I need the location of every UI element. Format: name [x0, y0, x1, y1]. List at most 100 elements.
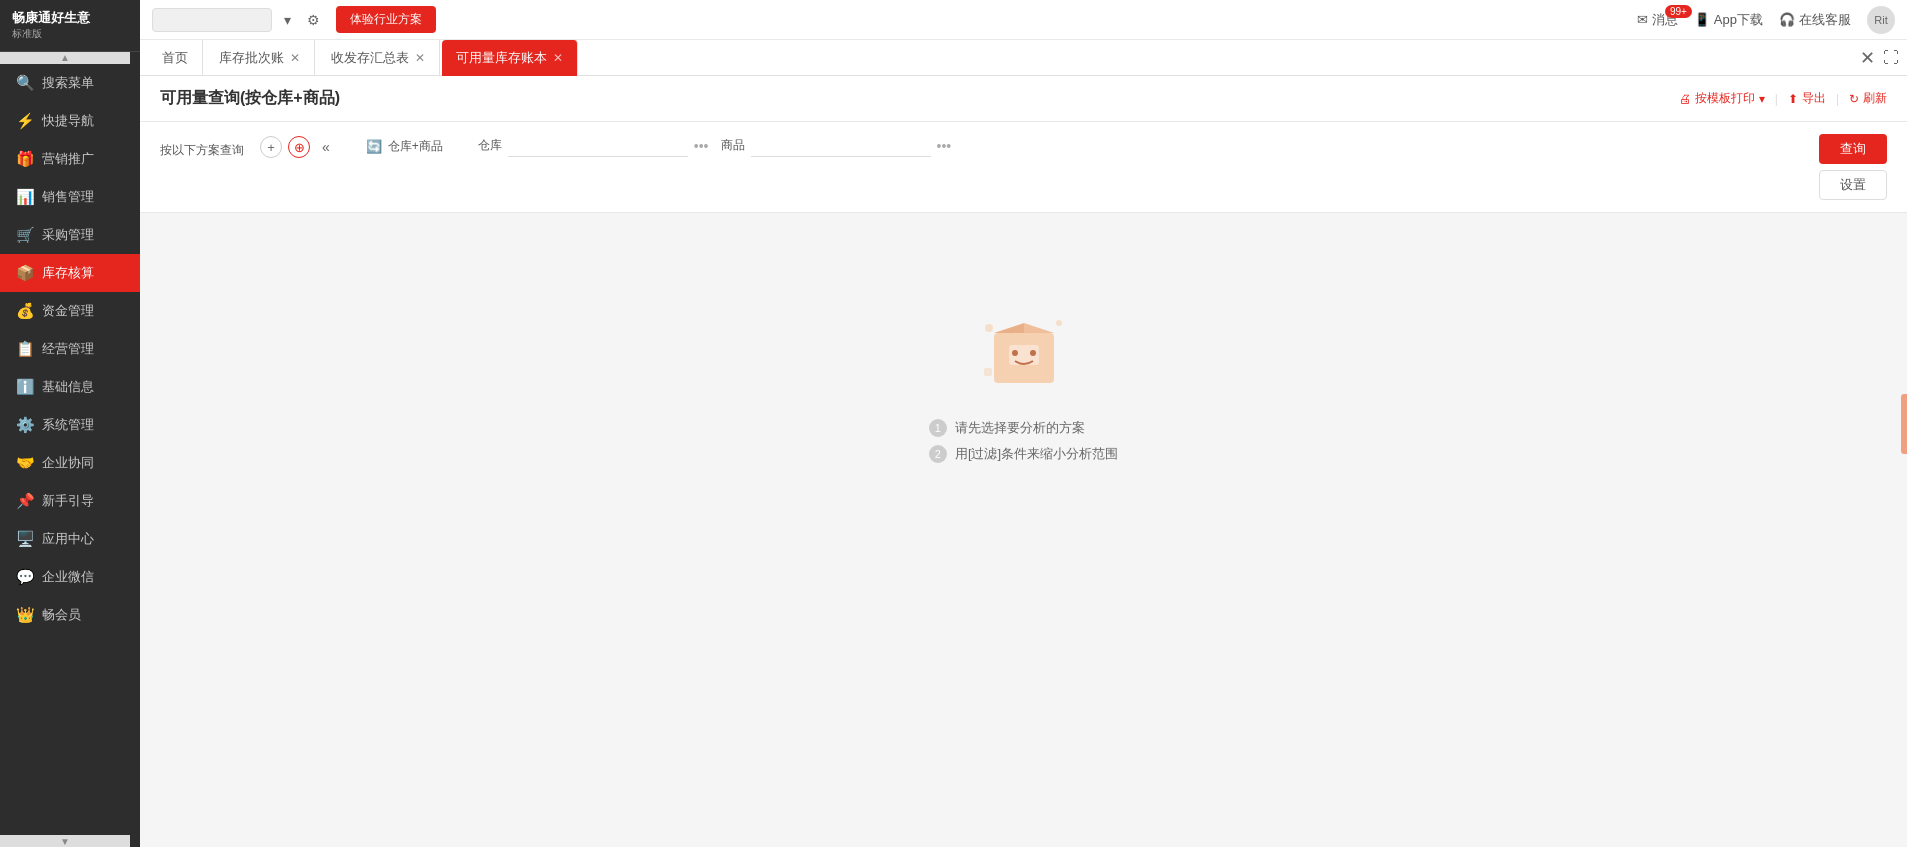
topbar-right: ✉ 消息 99+ 📱 App下载 🎧 在线客服 Rit: [1637, 6, 1895, 34]
industry-btn[interactable]: 体验行业方案: [336, 6, 436, 33]
action-buttons: 查询 设置: [1819, 134, 1887, 200]
message-badge: 99+: [1665, 5, 1692, 18]
dropdown-icon[interactable]: ▾: [280, 8, 295, 32]
empty-tips: 1 请先选择要分析的方案 2 用[过滤]条件来缩小分析范围: [929, 419, 1118, 463]
print-template-label: 按模板打印: [1695, 90, 1755, 107]
export-btn[interactable]: ⬆ 导出: [1788, 90, 1826, 107]
product-label: 商品: [721, 137, 745, 154]
tab-available-stock-close[interactable]: ✕: [553, 51, 563, 65]
flash-icon: ⚡: [16, 112, 34, 130]
svg-marker-2: [1024, 323, 1054, 333]
filter-field-product: 商品 •••: [721, 134, 952, 157]
refresh-icon: ↻: [1849, 92, 1859, 106]
separator-1: |: [1775, 92, 1778, 106]
sidebar-item-label: 搜索菜单: [42, 74, 94, 92]
tip-num-2: 2: [929, 445, 947, 463]
app-name: 畅康通好生意: [12, 10, 128, 27]
online-service-btn[interactable]: 🎧 在线客服: [1779, 11, 1851, 29]
refresh-btn[interactable]: ↻ 刷新: [1849, 90, 1887, 107]
sidebar-logo: 畅康通好生意 标准版: [0, 0, 140, 52]
sidebar-item-operations[interactable]: 📋 经营管理: [0, 330, 140, 368]
sidebar-scroll-down[interactable]: ▼: [0, 835, 130, 847]
scheme-label: 仓库+商品: [388, 138, 443, 155]
printer-icon: 🖨: [1679, 92, 1691, 106]
svg-point-4: [1012, 350, 1018, 356]
sidebar-item-shortcut[interactable]: ⚡ 快捷导航: [0, 102, 140, 140]
sidebar-item-marketing[interactable]: 🎁 营销推广: [0, 140, 140, 178]
cart-icon: 🛒: [16, 226, 34, 244]
sidebar: 畅康通好生意 标准版 ▲ 🔍 搜索菜单 ⚡ 快捷导航 🎁 营销推广 📊 销售管理…: [0, 0, 140, 847]
export-label: 导出: [1802, 90, 1826, 107]
username: Rit: [1874, 14, 1887, 26]
sidebar-item-member[interactable]: 👑 畅会员: [0, 596, 140, 634]
add-scheme-btn[interactable]: +: [260, 136, 282, 158]
sidebar-item-wechat[interactable]: 💬 企业微信: [0, 558, 140, 596]
clipboard-icon: 📋: [16, 340, 34, 358]
separator-2: |: [1836, 92, 1839, 106]
sidebar-scroll-up[interactable]: ▲: [0, 52, 130, 64]
settings-icon[interactable]: ⚙: [303, 8, 324, 32]
product-more-btn[interactable]: •••: [937, 138, 952, 154]
topbar-search-input[interactable]: [152, 8, 272, 32]
sidebar-item-label: 营销推广: [42, 150, 94, 168]
sidebar-item-app-center[interactable]: 🖥️ 应用中心: [0, 520, 140, 558]
box-icon: 📦: [16, 264, 34, 282]
right-scroll-indicator: [1901, 394, 1907, 454]
sidebar-item-search[interactable]: 🔍 搜索菜单: [0, 64, 140, 102]
sidebar-nav: 🔍 搜索菜单 ⚡ 快捷导航 🎁 营销推广 📊 销售管理 🛒 采购管理 📦 库存核…: [0, 64, 140, 835]
close-all-tabs-btn[interactable]: ✕: [1860, 47, 1875, 69]
content-area: 可用量查询(按仓库+商品) 🖨 按模板打印 ▾ | ⬆ 导出 | ↻ 刷新: [140, 76, 1907, 847]
sidebar-item-purchase[interactable]: 🛒 采购管理: [0, 216, 140, 254]
money-icon: 💰: [16, 302, 34, 320]
tab-home[interactable]: 首页: [148, 40, 203, 76]
refresh-label: 刷新: [1863, 90, 1887, 107]
settings-button[interactable]: 设置: [1819, 170, 1887, 200]
page-actions: 🖨 按模板打印 ▾ | ⬆ 导出 | ↻ 刷新: [1679, 90, 1887, 107]
edit-scheme-btn[interactable]: ⊕: [288, 136, 310, 158]
app-download-label: App下载: [1714, 11, 1763, 29]
avatar[interactable]: Rit: [1867, 6, 1895, 34]
handshake-icon: 🤝: [16, 454, 34, 472]
product-input[interactable]: [751, 134, 931, 157]
sidebar-item-basic-info[interactable]: ℹ️ 基础信息: [0, 368, 140, 406]
filter-scheme-item[interactable]: 🔄 仓库+商品: [358, 134, 478, 159]
svg-rect-8: [984, 368, 992, 376]
info-icon: ℹ️: [16, 378, 34, 396]
svg-point-7: [1056, 320, 1062, 326]
expand-icon[interactable]: ⛶: [1883, 49, 1899, 67]
tab-available-stock[interactable]: 可用量库存账本 ✕: [442, 40, 578, 76]
warehouse-input[interactable]: [508, 134, 688, 157]
tab-home-label: 首页: [162, 49, 188, 67]
sidebar-item-enterprise[interactable]: 🤝 企业协同: [0, 444, 140, 482]
sidebar-item-inventory[interactable]: 📦 库存核算: [0, 254, 140, 292]
crown-icon: 👑: [16, 606, 34, 624]
sidebar-item-newbie[interactable]: 📌 新手引导: [0, 482, 140, 520]
tab-batch-account-close[interactable]: ✕: [290, 51, 300, 65]
query-button[interactable]: 查询: [1819, 134, 1887, 164]
tab-batch-account-label: 库存批次账: [219, 49, 284, 67]
tab-batch-account[interactable]: 库存批次账 ✕: [205, 40, 315, 76]
message-btn[interactable]: ✉ 消息 99+: [1637, 11, 1678, 29]
warehouse-more-btn[interactable]: •••: [694, 138, 709, 154]
sidebar-item-label: 基础信息: [42, 378, 94, 396]
sidebar-item-label: 畅会员: [42, 606, 81, 624]
print-template-btn[interactable]: 🖨 按模板打印 ▾: [1679, 90, 1765, 107]
tab-available-stock-label: 可用量库存账本: [456, 49, 547, 67]
collapse-filter-btn[interactable]: «: [316, 137, 336, 157]
sidebar-item-sales[interactable]: 📊 销售管理: [0, 178, 140, 216]
sidebar-item-system[interactable]: ⚙️ 系统管理: [0, 406, 140, 444]
empty-state: 1 请先选择要分析的方案 2 用[过滤]条件来缩小分析范围: [140, 213, 1907, 543]
tip-text-2: 用[过滤]条件来缩小分析范围: [955, 445, 1118, 463]
filter-label: 按以下方案查询: [160, 136, 244, 159]
tab-receive-summary-label: 收发存汇总表: [331, 49, 409, 67]
empty-tip-2: 2 用[过滤]条件来缩小分析范围: [929, 445, 1118, 463]
print-dropdown-icon[interactable]: ▾: [1759, 92, 1765, 106]
tabs-actions: ✕ ⛶: [1860, 47, 1899, 69]
tab-receive-summary[interactable]: 收发存汇总表 ✕: [317, 40, 440, 76]
sidebar-item-label: 资金管理: [42, 302, 94, 320]
app-download-btn[interactable]: 📱 App下载: [1694, 11, 1763, 29]
sidebar-item-funds[interactable]: 💰 资金管理: [0, 292, 140, 330]
tab-receive-summary-close[interactable]: ✕: [415, 51, 425, 65]
svg-point-6: [985, 324, 993, 332]
chart-icon: 📊: [16, 188, 34, 206]
